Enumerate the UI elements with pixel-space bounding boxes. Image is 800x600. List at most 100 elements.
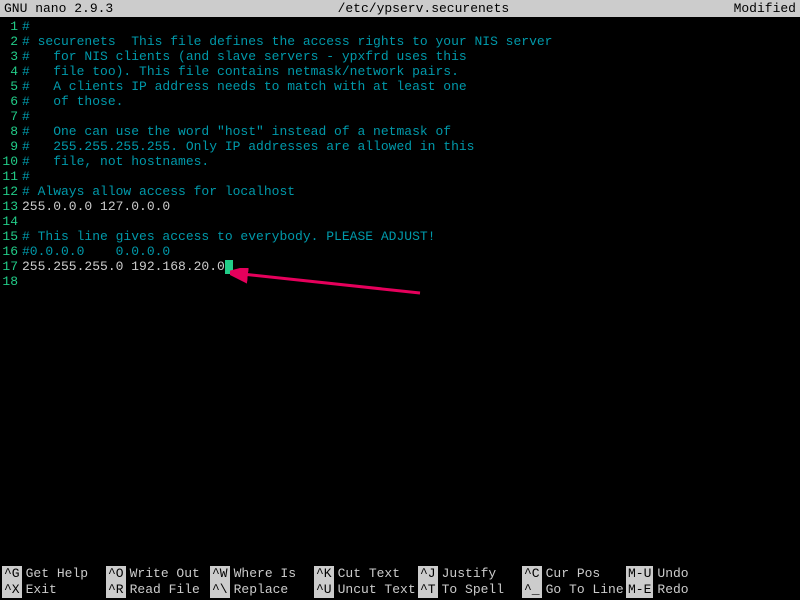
shortcut-key: ^K — [314, 566, 334, 582]
line-text: # of those. — [22, 94, 800, 109]
shortcut-label: Read File — [130, 582, 200, 598]
shortcut[interactable]: M-ERedo — [626, 582, 706, 598]
shortcut-label: To Spell — [442, 582, 504, 598]
editor-line[interactable]: 14 — [0, 214, 800, 229]
editor-line[interactable]: 16#0.0.0.0 0.0.0.0 — [0, 244, 800, 259]
line-number: 8 — [0, 124, 22, 139]
shortcut-label: Justify — [442, 566, 497, 582]
editor-line[interactable]: 11# — [0, 169, 800, 184]
shortcut-key: ^T — [418, 582, 438, 598]
editor-line[interactable]: 17255.255.255.0 192.168.20.0 — [0, 259, 800, 274]
shortcut[interactable]: ^OWrite Out — [106, 566, 210, 582]
line-number: 11 — [0, 169, 22, 184]
shortcut-key: ^_ — [522, 582, 542, 598]
shortcut-label: Where Is — [234, 566, 296, 582]
shortcut[interactable]: ^GGet Help — [2, 566, 106, 582]
editor-line[interactable]: 3# for NIS clients (and slave servers - … — [0, 49, 800, 64]
line-text: # — [22, 169, 800, 184]
shortcut-label: Go To Line — [546, 582, 624, 598]
line-text: # — [22, 109, 800, 124]
line-number: 5 — [0, 79, 22, 94]
line-text: 255.255.255.0 192.168.20.0 — [22, 259, 800, 274]
shortcut[interactable]: ^RRead File — [106, 582, 210, 598]
shortcut[interactable]: ^UUncut Text — [314, 582, 418, 598]
shortcut-label: Replace — [234, 582, 289, 598]
editor-line[interactable]: 13255.0.0.0 127.0.0.0 — [0, 199, 800, 214]
shortcut-bar: ^GGet Help^OWrite Out^WWhere Is^KCut Tex… — [0, 566, 800, 600]
shortcut-label: Uncut Text — [338, 582, 416, 598]
editor-line[interactable]: 15# This line gives access to everybody.… — [0, 229, 800, 244]
line-number: 17 — [0, 259, 22, 274]
shortcut[interactable]: M-UUndo — [626, 566, 706, 582]
line-number: 10 — [0, 154, 22, 169]
line-number: 9 — [0, 139, 22, 154]
line-text: # 255.255.255.255. Only IP addresses are… — [22, 139, 800, 154]
shortcut[interactable]: ^\Replace — [210, 582, 314, 598]
shortcut-key: M-U — [626, 566, 653, 582]
editor-line[interactable]: 10# file, not hostnames. — [0, 154, 800, 169]
line-number: 16 — [0, 244, 22, 259]
shortcut-label: Cut Text — [338, 566, 400, 582]
editor-area[interactable]: 1#2# securenets This file defines the ac… — [0, 17, 800, 289]
shortcut[interactable]: ^CCur Pos — [522, 566, 626, 582]
shortcut-key: ^\ — [210, 582, 230, 598]
editor-line[interactable]: 2# securenets This file defines the acce… — [0, 34, 800, 49]
line-number: 2 — [0, 34, 22, 49]
text-cursor — [225, 260, 233, 274]
shortcut-label: Cur Pos — [546, 566, 601, 582]
line-text: # This line gives access to everybody. P… — [22, 229, 800, 244]
shortcut-key: ^C — [522, 566, 542, 582]
shortcut-label: Get Help — [26, 566, 88, 582]
line-text: # for NIS clients (and slave servers - y… — [22, 49, 800, 64]
line-number: 15 — [0, 229, 22, 244]
shortcut[interactable]: ^JJustify — [418, 566, 522, 582]
shortcut[interactable]: ^TTo Spell — [418, 582, 522, 598]
editor-line[interactable]: 18 — [0, 274, 800, 289]
line-number: 6 — [0, 94, 22, 109]
line-text — [22, 274, 800, 289]
shortcut-label: Write Out — [130, 566, 200, 582]
shortcut[interactable]: ^XExit — [2, 582, 106, 598]
shortcut[interactable]: ^_Go To Line — [522, 582, 626, 598]
shortcut-label: Redo — [657, 582, 688, 598]
shortcut-key: ^X — [2, 582, 22, 598]
shortcut-label: Exit — [26, 582, 57, 598]
shortcut-key: ^J — [418, 566, 438, 582]
editor-line[interactable]: 4# file too). This file contains netmask… — [0, 64, 800, 79]
line-text: # — [22, 19, 800, 34]
shortcut-key: ^G — [2, 566, 22, 582]
line-number: 14 — [0, 214, 22, 229]
editor-line[interactable]: 7# — [0, 109, 800, 124]
line-text: # securenets This file defines the acces… — [22, 34, 800, 49]
app-name: GNU nano 2.9.3 — [4, 0, 113, 17]
line-text: # A clients IP address needs to match wi… — [22, 79, 800, 94]
editor-line[interactable]: 9# 255.255.255.255. Only IP addresses ar… — [0, 139, 800, 154]
shortcut[interactable]: ^WWhere Is — [210, 566, 314, 582]
editor-line[interactable]: 1# — [0, 19, 800, 34]
line-text: #0.0.0.0 0.0.0.0 — [22, 244, 800, 259]
line-text: # Always allow access for localhost — [22, 184, 800, 199]
line-number: 7 — [0, 109, 22, 124]
editor-line[interactable]: 5# A clients IP address needs to match w… — [0, 79, 800, 94]
editor-line[interactable]: 6# of those. — [0, 94, 800, 109]
line-number: 18 — [0, 274, 22, 289]
editor-line[interactable]: 12# Always allow access for localhost — [0, 184, 800, 199]
line-text: # file too). This file contains netmask/… — [22, 64, 800, 79]
line-text: # One can use the word "host" instead of… — [22, 124, 800, 139]
shortcut-key: ^O — [106, 566, 126, 582]
line-number: 12 — [0, 184, 22, 199]
title-bar: GNU nano 2.9.3 /etc/ypserv.securenets Mo… — [0, 0, 800, 17]
line-text — [22, 214, 800, 229]
line-number: 1 — [0, 19, 22, 34]
shortcut-label: Undo — [657, 566, 688, 582]
line-text: # file, not hostnames. — [22, 154, 800, 169]
shortcut[interactable]: ^KCut Text — [314, 566, 418, 582]
shortcut-key: ^U — [314, 582, 334, 598]
shortcut-key: ^W — [210, 566, 230, 582]
editor-line[interactable]: 8# One can use the word "host" instead o… — [0, 124, 800, 139]
line-text: 255.0.0.0 127.0.0.0 — [22, 199, 800, 214]
file-path: /etc/ypserv.securenets — [113, 0, 733, 17]
line-number: 4 — [0, 64, 22, 79]
shortcut-key: ^R — [106, 582, 126, 598]
line-number: 3 — [0, 49, 22, 64]
